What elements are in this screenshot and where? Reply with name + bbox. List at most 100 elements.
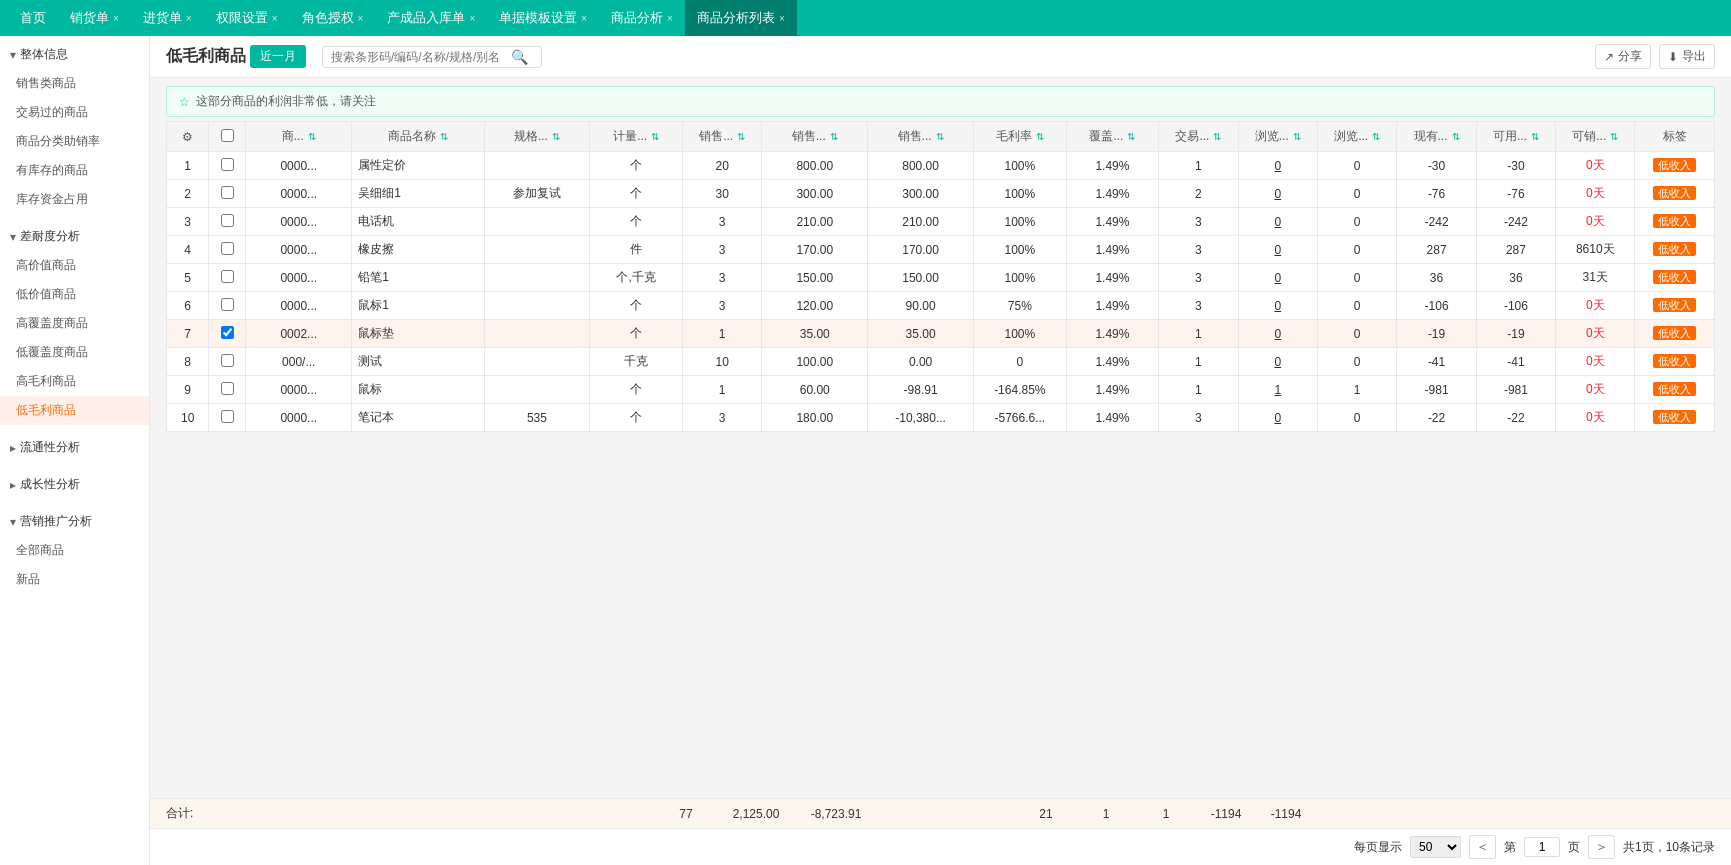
- nav-close-purchase[interactable]: ×: [186, 13, 192, 24]
- th-cover[interactable]: 覆盖...⇅: [1066, 122, 1159, 152]
- nav-item-sales[interactable]: 销货单 ×: [58, 0, 131, 36]
- cell-check-1[interactable]: [209, 180, 246, 208]
- sidebar-item-new-goods[interactable]: 新品: [0, 565, 149, 594]
- th-settings[interactable]: ⚙: [167, 122, 209, 152]
- sidebar-item-stock-fund[interactable]: 库存资金占用: [0, 185, 149, 214]
- sidebar-item-high-coverage[interactable]: 高覆盖度商品: [0, 309, 149, 338]
- search-icon[interactable]: 🔍: [511, 49, 528, 65]
- browse1-link-9[interactable]: 0: [1274, 411, 1281, 425]
- browse1-link-7[interactable]: 0: [1274, 355, 1281, 369]
- sidebar-section-header-flow[interactable]: ▸ 流通性分析: [0, 433, 149, 462]
- nav-item-role[interactable]: 角色授权 ×: [290, 0, 376, 36]
- page-size-select[interactable]: 50 100 200: [1410, 836, 1461, 858]
- nav-close-analysis[interactable]: ×: [667, 13, 673, 24]
- cell-check-2[interactable]: [209, 208, 246, 236]
- nav-item-template[interactable]: 单据模板设置 ×: [487, 0, 599, 36]
- row-checkbox-9[interactable]: [221, 410, 234, 423]
- th-margin-rate[interactable]: 毛利率⇅: [974, 122, 1067, 152]
- sidebar-item-high-value[interactable]: 高价值商品: [0, 251, 149, 280]
- row-checkbox-4[interactable]: [221, 270, 234, 283]
- export-button[interactable]: ⬇ 导出: [1659, 44, 1715, 69]
- sidebar-item-sales-goods[interactable]: 销售类商品: [0, 69, 149, 98]
- row-checkbox-6[interactable]: [221, 326, 234, 339]
- row-checkbox-5[interactable]: [221, 298, 234, 311]
- browse1-link-1[interactable]: 0: [1274, 187, 1281, 201]
- cell-browse1-1[interactable]: 0: [1238, 180, 1317, 208]
- nav-close-permission[interactable]: ×: [272, 13, 278, 24]
- cell-check-6[interactable]: [209, 320, 246, 348]
- cell-browse1-8[interactable]: 1: [1238, 376, 1317, 404]
- row-checkbox-7[interactable]: [221, 354, 234, 367]
- sidebar-section-header-overall[interactable]: ▾ 整体信息: [0, 40, 149, 69]
- cell-check-3[interactable]: [209, 236, 246, 264]
- nav-close-analysis-list[interactable]: ×: [779, 13, 785, 24]
- cell-check-7[interactable]: [209, 348, 246, 376]
- th-browse1[interactable]: 浏览...⇅: [1238, 122, 1317, 152]
- th-stock-sellable[interactable]: 可销...⇅: [1556, 122, 1635, 152]
- cell-check-9[interactable]: [209, 404, 246, 432]
- cell-browse1-7[interactable]: 0: [1238, 348, 1317, 376]
- sidebar-section-header-marketing[interactable]: ▾ 营销推广分析: [0, 507, 149, 536]
- sidebar-item-stock-goods[interactable]: 有库存的商品: [0, 156, 149, 185]
- th-spec[interactable]: 规格...⇅: [484, 122, 590, 152]
- next-page-button[interactable]: ＞: [1588, 835, 1615, 859]
- cell-browse1-4[interactable]: 0: [1238, 264, 1317, 292]
- browse1-link-0[interactable]: 0: [1274, 159, 1281, 173]
- browse1-link-4[interactable]: 0: [1274, 271, 1281, 285]
- cell-check-8[interactable]: [209, 376, 246, 404]
- cell-browse1-3[interactable]: 0: [1238, 236, 1317, 264]
- nav-item-analysis-list[interactable]: 商品分析列表 ×: [685, 0, 797, 36]
- cell-browse1-6[interactable]: 0: [1238, 320, 1317, 348]
- th-sale-profit[interactable]: 销售...⇅: [868, 122, 974, 152]
- th-stock-current[interactable]: 现有...⇅: [1397, 122, 1476, 152]
- nav-close-template[interactable]: ×: [581, 13, 587, 24]
- select-all-checkbox[interactable]: [221, 129, 234, 142]
- nav-item-product-entry[interactable]: 产成品入库单 ×: [375, 0, 487, 36]
- sidebar-section-header-growth[interactable]: ▸ 成长性分析: [0, 470, 149, 499]
- row-checkbox-3[interactable]: [221, 242, 234, 255]
- browse1-link-5[interactable]: 0: [1274, 299, 1281, 313]
- cell-check-5[interactable]: [209, 292, 246, 320]
- row-checkbox-0[interactable]: [221, 158, 234, 171]
- share-button[interactable]: ↗ 分享: [1595, 44, 1651, 69]
- cell-check-0[interactable]: [209, 152, 246, 180]
- nav-item-purchase[interactable]: 进货单 ×: [131, 0, 204, 36]
- nav-item-analysis[interactable]: 商品分析 ×: [599, 0, 685, 36]
- th-sale-count[interactable]: 销售...⇅: [682, 122, 761, 152]
- row-checkbox-2[interactable]: [221, 214, 234, 227]
- cell-browse1-9[interactable]: 0: [1238, 404, 1317, 432]
- sidebar-item-low-value[interactable]: 低价值商品: [0, 280, 149, 309]
- browse1-link-6[interactable]: 0: [1274, 327, 1281, 341]
- th-stock-avail[interactable]: 可用...⇅: [1476, 122, 1555, 152]
- sidebar-item-low-margin[interactable]: 低毛利商品: [0, 396, 149, 425]
- browse1-link-3[interactable]: 0: [1274, 243, 1281, 257]
- nav-item-permission[interactable]: 权限设置 ×: [204, 0, 290, 36]
- sidebar-item-low-coverage[interactable]: 低覆盖度商品: [0, 338, 149, 367]
- cell-browse1-5[interactable]: 0: [1238, 292, 1317, 320]
- browse1-link-8[interactable]: 1: [1274, 383, 1281, 397]
- th-name[interactable]: 商品名称⇅: [352, 122, 484, 152]
- nav-close-product-entry[interactable]: ×: [469, 13, 475, 24]
- th-browse2[interactable]: 浏览...⇅: [1317, 122, 1396, 152]
- prev-page-button[interactable]: ＜: [1469, 835, 1496, 859]
- sidebar-item-traded-goods[interactable]: 交易过的商品: [0, 98, 149, 127]
- cell-check-4[interactable]: [209, 264, 246, 292]
- sidebar-section-header-diff[interactable]: ▾ 差耐度分析: [0, 222, 149, 251]
- nav-item-home[interactable]: 首页: [8, 0, 58, 36]
- sidebar-item-all-goods[interactable]: 全部商品: [0, 536, 149, 565]
- page-number-input[interactable]: [1524, 837, 1560, 857]
- row-checkbox-1[interactable]: [221, 186, 234, 199]
- search-input[interactable]: [331, 50, 511, 64]
- sidebar-item-category-rate[interactable]: 商品分类助销率: [0, 127, 149, 156]
- th-sale-price[interactable]: 销售...⇅: [762, 122, 868, 152]
- browse1-link-2[interactable]: 0: [1274, 215, 1281, 229]
- nav-close-role[interactable]: ×: [358, 13, 364, 24]
- th-trade[interactable]: 交易...⇅: [1159, 122, 1238, 152]
- th-unit[interactable]: 计量...⇅: [590, 122, 683, 152]
- row-checkbox-8[interactable]: [221, 382, 234, 395]
- time-filter-button[interactable]: 近一月: [250, 45, 306, 68]
- settings-icon[interactable]: ⚙: [182, 130, 193, 144]
- sidebar-item-high-margin[interactable]: 高毛利商品: [0, 367, 149, 396]
- nav-close-sales[interactable]: ×: [113, 13, 119, 24]
- cell-browse1-2[interactable]: 0: [1238, 208, 1317, 236]
